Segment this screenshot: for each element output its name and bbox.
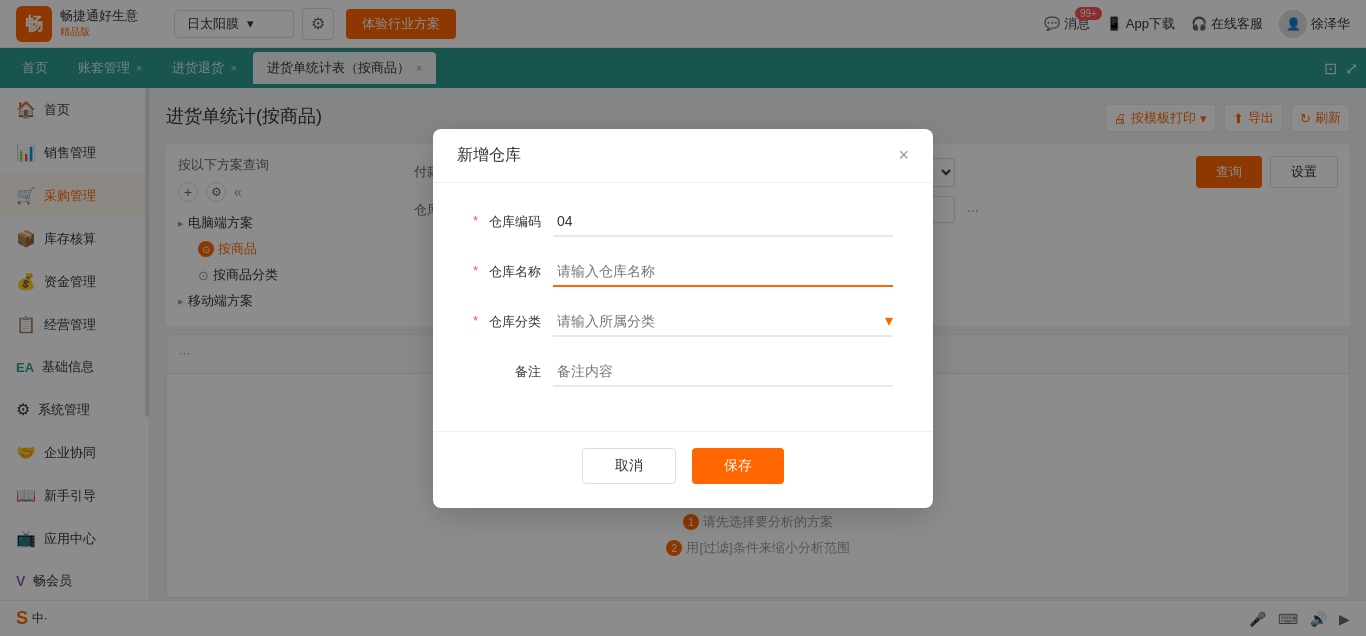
- add-warehouse-modal: 新增仓库 × 仓库编码 仓库名称 仓库分类 ▾: [433, 129, 933, 508]
- modal-body: 仓库编码 仓库名称 仓库分类 ▾ 备注: [433, 183, 933, 431]
- note-label: 备注: [473, 363, 553, 381]
- category-label: 仓库分类: [473, 313, 553, 331]
- modal-title: 新增仓库: [457, 145, 521, 166]
- modal-footer: 取消 保存: [433, 431, 933, 508]
- form-row-name: 仓库名称: [473, 257, 893, 287]
- modal-header: 新增仓库 ×: [433, 129, 933, 183]
- form-row-note: 备注: [473, 357, 893, 387]
- name-label: 仓库名称: [473, 263, 553, 281]
- code-label: 仓库编码: [473, 213, 553, 231]
- note-input[interactable]: [553, 357, 893, 387]
- category-dropdown-icon[interactable]: ▾: [885, 311, 893, 330]
- form-row-category: 仓库分类 ▾: [473, 307, 893, 337]
- category-input[interactable]: [553, 307, 885, 335]
- cancel-button[interactable]: 取消: [582, 448, 676, 484]
- form-row-code: 仓库编码: [473, 207, 893, 237]
- name-input[interactable]: [553, 257, 893, 287]
- category-input-wrapper: ▾: [553, 307, 893, 337]
- code-input[interactable]: [553, 207, 893, 237]
- modal-overlay: 新增仓库 × 仓库编码 仓库名称 仓库分类 ▾: [0, 0, 1366, 636]
- modal-close-btn[interactable]: ×: [898, 145, 909, 166]
- save-button[interactable]: 保存: [692, 448, 784, 484]
